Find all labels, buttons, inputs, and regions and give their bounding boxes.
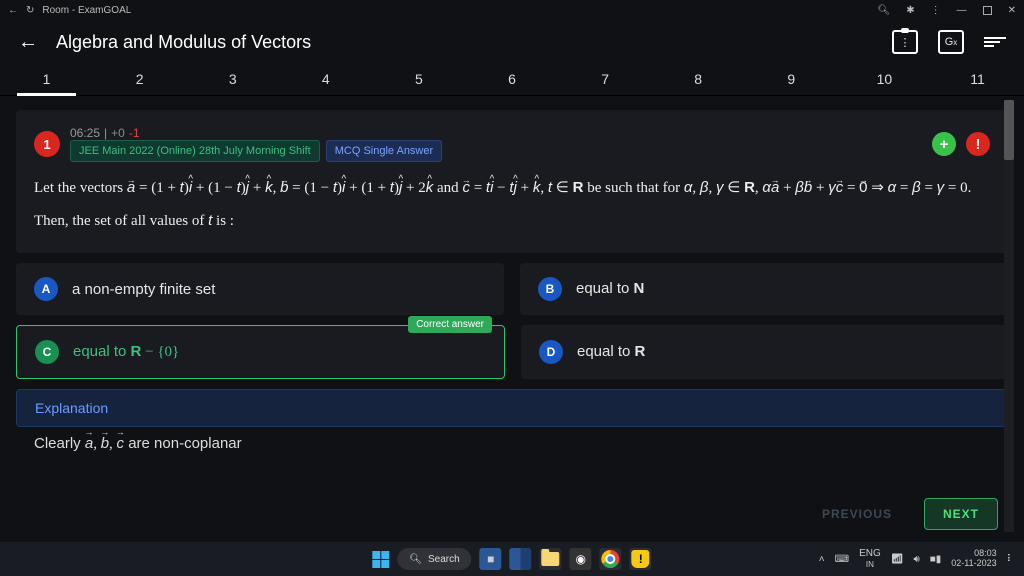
taskbar-app-icon[interactable]: ◉	[570, 548, 592, 570]
tab-4[interactable]: 4	[279, 71, 372, 95]
correct-answer-badge: Correct answer	[408, 316, 492, 333]
question-number-badge: 1	[34, 131, 60, 157]
option-text: a non-empty finite set	[72, 281, 215, 298]
tab-3[interactable]: 3	[186, 71, 279, 95]
option-b[interactable]: B equal to N	[520, 263, 1008, 315]
option-text: equal to R − {0}	[73, 343, 179, 361]
option-letter: D	[539, 340, 563, 364]
tray-language[interactable]: ENGIN	[859, 548, 881, 570]
question-card: 1 06:25 | +0 -1 JEE Main 2022 (Online) 2…	[16, 110, 1008, 253]
close-icon[interactable]: ✕	[1008, 5, 1016, 16]
file-explorer-icon[interactable]	[540, 548, 562, 570]
question-score-plus: +0	[111, 126, 125, 140]
next-button[interactable]: NEXT	[924, 498, 998, 530]
tab-5[interactable]: 5	[372, 71, 465, 95]
chrome-icon[interactable]	[600, 548, 622, 570]
option-c[interactable]: Correct answer C equal to R − {0}	[16, 325, 505, 379]
question-score-minus: -1	[129, 126, 140, 140]
sort-icon[interactable]	[984, 35, 1006, 49]
extensions-icon[interactable]: ✱	[906, 5, 914, 16]
report-icon[interactable]: !	[966, 132, 990, 156]
tab-11[interactable]: 11	[931, 71, 1024, 95]
taskbar-app-icon[interactable]: ■	[480, 548, 502, 570]
option-letter: A	[34, 277, 58, 301]
tray-keyboard-icon[interactable]: ⌨	[835, 554, 849, 565]
battery-icon[interactable]: ■▮	[930, 554, 942, 565]
previous-button[interactable]: PREVIOUS	[804, 499, 910, 529]
tab-1[interactable]: 1	[0, 71, 93, 95]
minimize-icon[interactable]: —	[957, 5, 967, 16]
start-icon[interactable]	[372, 551, 389, 568]
option-letter: C	[35, 340, 59, 364]
translate-icon[interactable]: Gx	[938, 30, 964, 54]
option-d[interactable]: D equal to R	[521, 325, 1008, 379]
zoom-icon[interactable]: 🔍︎	[878, 5, 891, 16]
scrollbar-track[interactable]	[1004, 100, 1014, 532]
option-a[interactable]: A a non-empty finite set	[16, 263, 504, 315]
back-icon[interactable]: ←	[8, 5, 18, 16]
tab-7[interactable]: 7	[559, 71, 652, 95]
tab-9[interactable]: 9	[745, 71, 838, 95]
page-back-icon[interactable]: ←	[18, 31, 38, 54]
taskbar-app-icon[interactable]	[510, 548, 532, 570]
reload-icon[interactable]: ↻	[26, 5, 34, 16]
tab-6[interactable]: 6	[465, 71, 558, 95]
option-letter: B	[538, 277, 562, 301]
explanation-text: Clearly a, b, c are non-coplanar	[16, 433, 1008, 455]
explanation-header[interactable]: Explanation	[16, 389, 1008, 427]
page-title: Algebra and Modulus of Vectors	[56, 32, 311, 53]
clipboard-icon[interactable]: ⋮	[892, 30, 918, 54]
question-text: Let the vectors a = (1 + t)i + (1 − t)j …	[34, 172, 990, 237]
taskbar-search[interactable]: 🔍︎ Search	[397, 548, 471, 570]
option-text: equal to N	[576, 280, 644, 298]
wifi-icon[interactable]: 📶︎	[891, 554, 904, 565]
page-header: ← Algebra and Modulus of Vectors ⋮ Gx	[0, 20, 1024, 64]
windows-taskbar: 🔍︎ Search ■ ◉ ! ˄ ⌨ ENGIN 📶︎ 🔊︎ ■▮ 08:03…	[0, 542, 1024, 576]
question-type-chip: MCQ Single Answer	[326, 140, 442, 162]
volume-icon[interactable]: 🔊︎	[913, 554, 919, 565]
security-icon[interactable]: !	[630, 548, 652, 570]
tray-clock[interactable]: 08:0302-11-2023	[951, 549, 996, 569]
scrollbar-thumb[interactable]	[1004, 100, 1014, 160]
question-tabs: 1234567891011	[0, 64, 1024, 96]
notifications-icon[interactable]: ⠇	[1007, 554, 1014, 565]
window-title: Room - ExamGOAL	[42, 5, 131, 16]
tab-8[interactable]: 8	[652, 71, 745, 95]
tray-chevron-icon[interactable]: ˄	[819, 554, 825, 565]
browser-title-bar: ← ↻ Room - ExamGOAL 🔍︎ ✱ ⋮ — ✕	[0, 0, 1024, 20]
content-area: 1 06:25 | +0 -1 JEE Main 2022 (Online) 2…	[10, 100, 1014, 532]
option-text: equal to R	[577, 343, 645, 361]
menu-icon[interactable]: ⋮	[931, 5, 941, 16]
tab-2[interactable]: 2	[93, 71, 186, 95]
question-timer: 06:25	[70, 126, 100, 140]
maximize-icon[interactable]	[983, 6, 992, 15]
exam-chip: JEE Main 2022 (Online) 28th July Morning…	[70, 140, 320, 162]
add-icon[interactable]: +	[932, 132, 956, 156]
tab-10[interactable]: 10	[838, 71, 931, 95]
